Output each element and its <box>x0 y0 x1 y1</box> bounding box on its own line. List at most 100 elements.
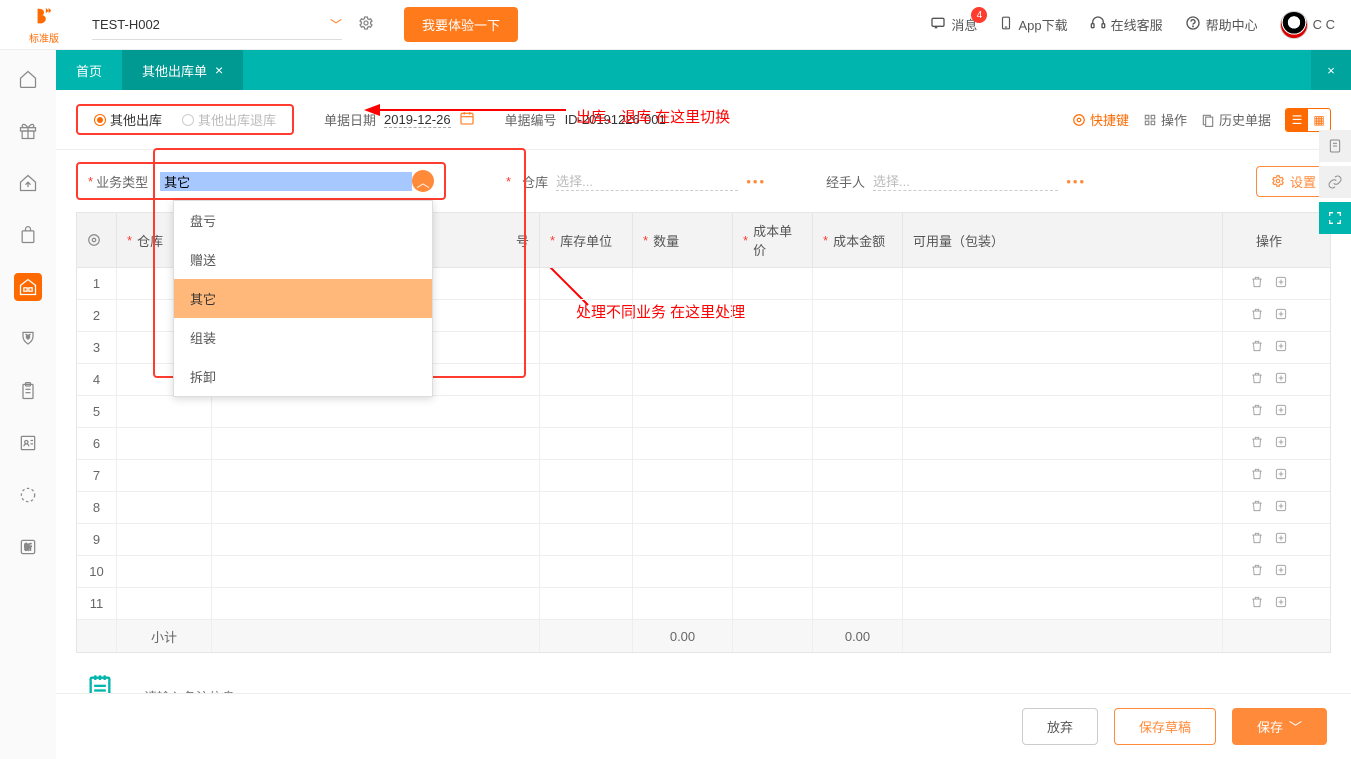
try-button[interactable]: 我要体验一下 <box>404 7 518 42</box>
main-area: 首页 其他出库单 × × 出库、退库 在这里切换 处理不同业务 在这里处理 <box>56 50 1351 759</box>
sidebar-money-icon[interactable]: ¥ <box>14 325 42 353</box>
more-icon[interactable]: ••• <box>1066 174 1086 189</box>
top-actions: 快捷键 操作 历史单据 ☰ ▦ <box>1072 108 1331 132</box>
sidebar-gift-icon[interactable] <box>14 117 42 145</box>
save-draft-button[interactable]: 保存草稿 <box>1114 708 1216 745</box>
sidebar-bag-icon[interactable] <box>14 221 42 249</box>
biz-type-input[interactable] <box>160 172 412 191</box>
message-badge: 4 <box>971 7 987 23</box>
help-icon <box>1185 15 1201 34</box>
user-menu[interactable]: C C <box>1280 11 1335 39</box>
edition-label: 标准版 <box>29 30 59 45</box>
radio-return[interactable]: 其他出库退库 <box>182 110 276 129</box>
operate-link[interactable]: 操作 <box>1143 110 1187 129</box>
dropdown-item[interactable]: 组装 <box>174 318 432 357</box>
add-row-icon[interactable] <box>1274 307 1288 324</box>
avatar-icon <box>1280 11 1308 39</box>
footer-actions: 放弃 保存草稿 保存 ﹀ <box>56 693 1351 759</box>
tab-other-outbound[interactable]: 其他出库单 × <box>122 50 243 90</box>
shortcut-link[interactable]: 快捷键 <box>1072 110 1129 129</box>
col-price: *成本单价 <box>733 213 813 267</box>
save-button[interactable]: 保存 ﹀ <box>1232 708 1327 745</box>
gear-icon[interactable] <box>358 15 374 34</box>
logo: 标准版 <box>16 4 72 45</box>
delete-icon[interactable] <box>1250 531 1264 548</box>
doc-date-field[interactable]: 单据日期 2019-12-26 <box>324 110 475 129</box>
radio-outbound[interactable]: 其他出库 <box>94 110 162 129</box>
subtotal-label: 小计 <box>117 620 212 652</box>
table-row[interactable]: 6 <box>77 428 1330 460</box>
add-row-icon[interactable] <box>1274 563 1288 580</box>
delete-icon[interactable] <box>1250 435 1264 452</box>
add-row-icon[interactable] <box>1274 595 1288 612</box>
calendar-icon[interactable] <box>459 110 475 129</box>
warehouse-field[interactable]: * 仓库 选择... ••• <box>506 171 766 191</box>
sidebar-clipboard-icon[interactable] <box>14 377 42 405</box>
delete-icon[interactable] <box>1250 339 1264 356</box>
dropdown-item[interactable]: 盘亏 <box>174 201 432 240</box>
tab-bar: 首页 其他出库单 × × <box>56 50 1351 90</box>
top-right-actions: 消息 4 App下载 在线客服 帮助中心 C C <box>930 11 1335 39</box>
delete-icon[interactable] <box>1250 563 1264 580</box>
customer-service-link[interactable]: 在线客服 <box>1090 15 1163 34</box>
delete-icon[interactable] <box>1250 595 1264 612</box>
sidebar-home-icon[interactable] <box>14 65 42 93</box>
top-bar: 标准版 TEST-H002 ﹀ 我要体验一下 消息 4 App下载 在线客服 <box>0 0 1351 50</box>
view-grid-icon[interactable]: ▦ <box>1308 109 1330 131</box>
dropdown-item[interactable]: 其它 <box>174 279 432 318</box>
discard-button[interactable]: 放弃 <box>1022 708 1098 745</box>
form-fields-row: * 业务类型 ︿ 盘亏 赠送 其它 组装 拆卸 * 仓库 选择... <box>56 150 1351 212</box>
chevron-up-icon[interactable]: ︿ <box>412 170 434 192</box>
delete-icon[interactable] <box>1250 403 1264 420</box>
table-row[interactable]: 8 <box>77 492 1330 524</box>
table-row[interactable]: 10 <box>77 556 1330 588</box>
delete-icon[interactable] <box>1250 275 1264 292</box>
rail-expand-icon[interactable] <box>1319 202 1351 234</box>
history-link[interactable]: 历史单据 <box>1201 110 1271 129</box>
table-row[interactable]: 9 <box>77 524 1330 556</box>
message-icon <box>930 15 946 34</box>
delete-icon[interactable] <box>1250 307 1264 324</box>
messages-link[interactable]: 消息 4 <box>930 15 977 34</box>
table-row[interactable]: 5 <box>77 396 1330 428</box>
col-unit: *库存单位 <box>540 213 633 267</box>
add-row-icon[interactable] <box>1274 339 1288 356</box>
app-download-link[interactable]: App下载 <box>999 15 1067 34</box>
add-row-icon[interactable] <box>1274 371 1288 388</box>
dropdown-item[interactable]: 赠送 <box>174 240 432 279</box>
add-row-icon[interactable] <box>1274 435 1288 452</box>
subtotal-amt: 0.00 <box>813 620 903 652</box>
sidebar-contact-icon[interactable] <box>14 429 42 457</box>
add-row-icon[interactable] <box>1274 467 1288 484</box>
close-icon[interactable]: × <box>215 62 223 78</box>
biz-type-field[interactable]: * 业务类型 ︿ 盘亏 赠送 其它 组装 拆卸 <box>76 162 446 200</box>
handler-field[interactable]: 经手人 选择... ••• <box>826 171 1086 191</box>
tab-home[interactable]: 首页 <box>56 50 122 90</box>
sidebar-new-icon[interactable]: 新 <box>14 533 42 561</box>
table-row[interactable]: 11 <box>77 588 1330 620</box>
add-row-icon[interactable] <box>1274 403 1288 420</box>
delete-icon[interactable] <box>1250 499 1264 516</box>
table-row[interactable]: 7 <box>77 460 1330 492</box>
more-icon[interactable]: ••• <box>746 174 766 189</box>
view-list-icon[interactable]: ☰ <box>1286 109 1308 131</box>
org-value: TEST-H002 <box>92 17 160 32</box>
delete-icon[interactable] <box>1250 371 1264 388</box>
add-row-icon[interactable] <box>1274 275 1288 292</box>
tabs-close-all[interactable]: × <box>1311 50 1351 90</box>
col-ops: 操作 <box>1223 213 1315 267</box>
delete-icon[interactable] <box>1250 467 1264 484</box>
left-sidebar: ¥ 新 <box>0 50 56 759</box>
col-settings-icon[interactable] <box>77 213 117 267</box>
dropdown-item[interactable]: 拆卸 <box>174 357 432 396</box>
rail-note-icon[interactable] <box>1319 130 1351 162</box>
sidebar-upload-icon[interactable] <box>14 169 42 197</box>
logo-icon <box>31 4 57 30</box>
add-row-icon[interactable] <box>1274 531 1288 548</box>
sidebar-warehouse-icon[interactable] <box>14 273 42 301</box>
help-center-link[interactable]: 帮助中心 <box>1185 15 1258 34</box>
org-selector[interactable]: TEST-H002 ﹀ <box>92 10 342 40</box>
sidebar-ring-icon[interactable] <box>14 481 42 509</box>
add-row-icon[interactable] <box>1274 499 1288 516</box>
rail-link-icon[interactable] <box>1319 166 1351 198</box>
